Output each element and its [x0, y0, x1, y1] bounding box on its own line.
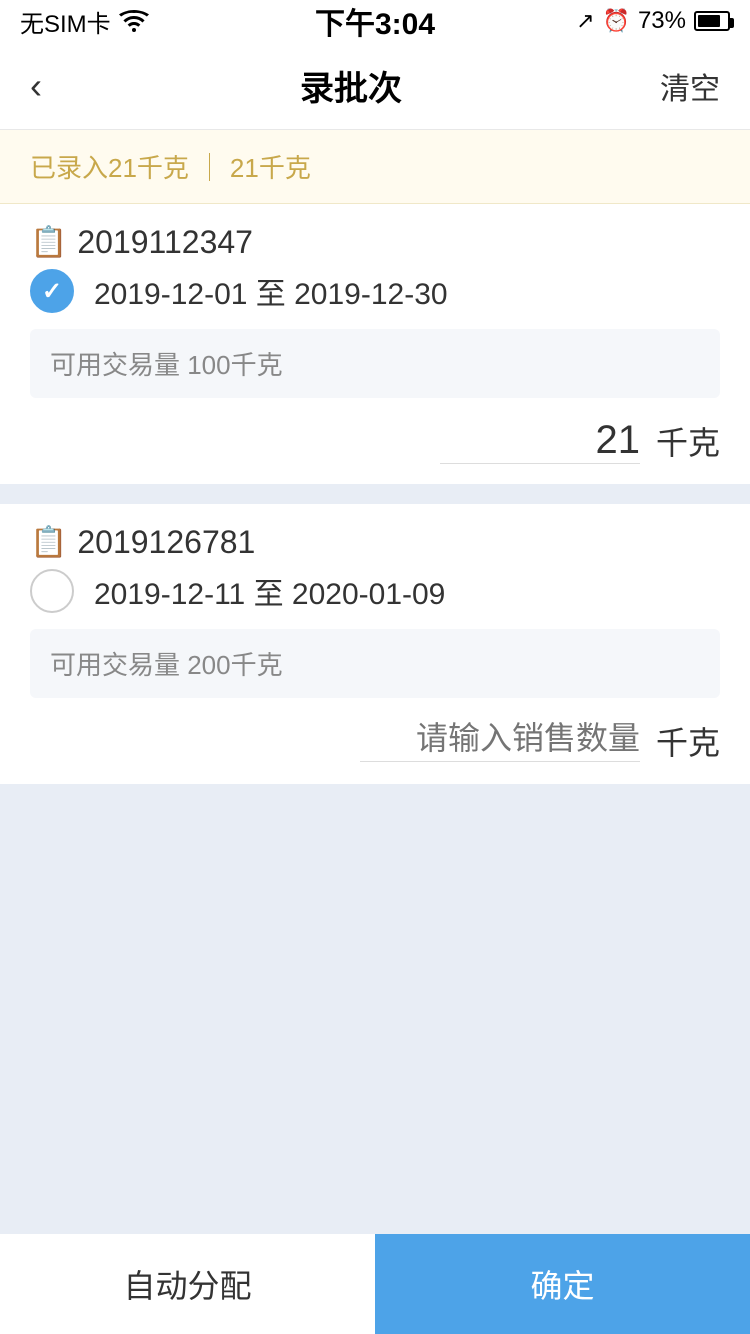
batch-date-2: 2019-12-11 至 2020-01-09 [94, 569, 445, 613]
batch-check-row-2[interactable]: 2019-12-11 至 2020-01-09 [30, 569, 720, 613]
batch-avail-2: 可用交易量 200千克 [30, 629, 720, 698]
alarm-icon: ⏰ [603, 8, 630, 34]
recorded-label: 已录入21千克 [30, 148, 189, 185]
batch-id-row-2: 📋 2019126781 [30, 524, 720, 561]
batch-item-1-header: 📋 2019112347 2019-12-01 至 2019-12-30 可用交… [0, 204, 750, 398]
batch-item-2: 📋 2019126781 2019-12-11 至 2020-01-09 可用交… [0, 504, 750, 784]
batch-item-2-header: 📋 2019126781 2019-12-11 至 2020-01-09 可用交… [0, 504, 750, 698]
section-divider-2 [0, 784, 750, 804]
qty-input-1[interactable] [440, 418, 640, 464]
doc-icon-1: 📋 [30, 225, 67, 260]
status-time: 下午3:04 [315, 0, 435, 43]
batch-check-row-1[interactable]: 2019-12-01 至 2019-12-30 [30, 269, 720, 313]
clear-button[interactable]: 清空 [660, 64, 720, 108]
check-circle-2[interactable] [30, 569, 74, 613]
batch-id-1: 2019112347 [77, 224, 253, 261]
info-banner: 已录入21千克 21千克 [0, 130, 750, 204]
batch-avail-text-1: 可用交易量 100千克 [50, 350, 283, 380]
input-row-2: 千克 [0, 698, 750, 784]
status-right: ↗ ⏰ 73% [576, 7, 730, 35]
wifi-icon [119, 10, 149, 32]
auto-distribute-button[interactable]: 自动分配 [0, 1234, 375, 1334]
battery-text: 73% [638, 7, 686, 35]
batch-id-row-1: 📋 2019112347 [30, 224, 720, 261]
qty-unit-1: 千克 [656, 418, 720, 464]
qty-input-2[interactable] [360, 720, 640, 762]
nav-bar: ‹ 录批次 清空 [0, 42, 750, 130]
input-unit-2: 千克 [656, 718, 720, 764]
batch-avail-text-2: 可用交易量 200千克 [50, 650, 283, 680]
empty-area [0, 804, 750, 1244]
bottom-bar: 自动分配 确定 [0, 1234, 750, 1334]
batch-item-1: 📋 2019112347 2019-12-01 至 2019-12-30 可用交… [0, 204, 750, 484]
recorded-value: 21千克 [230, 148, 311, 185]
qty-input-wrapper-1 [440, 418, 640, 464]
batch-id-2: 2019126781 [77, 524, 255, 561]
qty-row-1: 千克 [0, 398, 750, 484]
batch-date-1: 2019-12-01 至 2019-12-30 [94, 269, 448, 313]
check-circle-1[interactable] [30, 269, 74, 313]
location-icon: ↗ [576, 8, 594, 34]
carrier-text: 无SIM卡 [20, 4, 111, 39]
doc-icon-2: 📋 [30, 525, 67, 560]
page-title: 录批次 [300, 61, 402, 110]
section-divider-1 [0, 484, 750, 504]
confirm-button[interactable]: 确定 [375, 1234, 750, 1334]
battery-icon [694, 11, 730, 31]
back-button[interactable]: ‹ [30, 65, 42, 107]
info-divider [209, 153, 210, 181]
status-bar: 无SIM卡 下午3:04 ↗ ⏰ 73% [0, 0, 750, 42]
batch-avail-1: 可用交易量 100千克 [30, 329, 720, 398]
status-left: 无SIM卡 [20, 4, 149, 39]
